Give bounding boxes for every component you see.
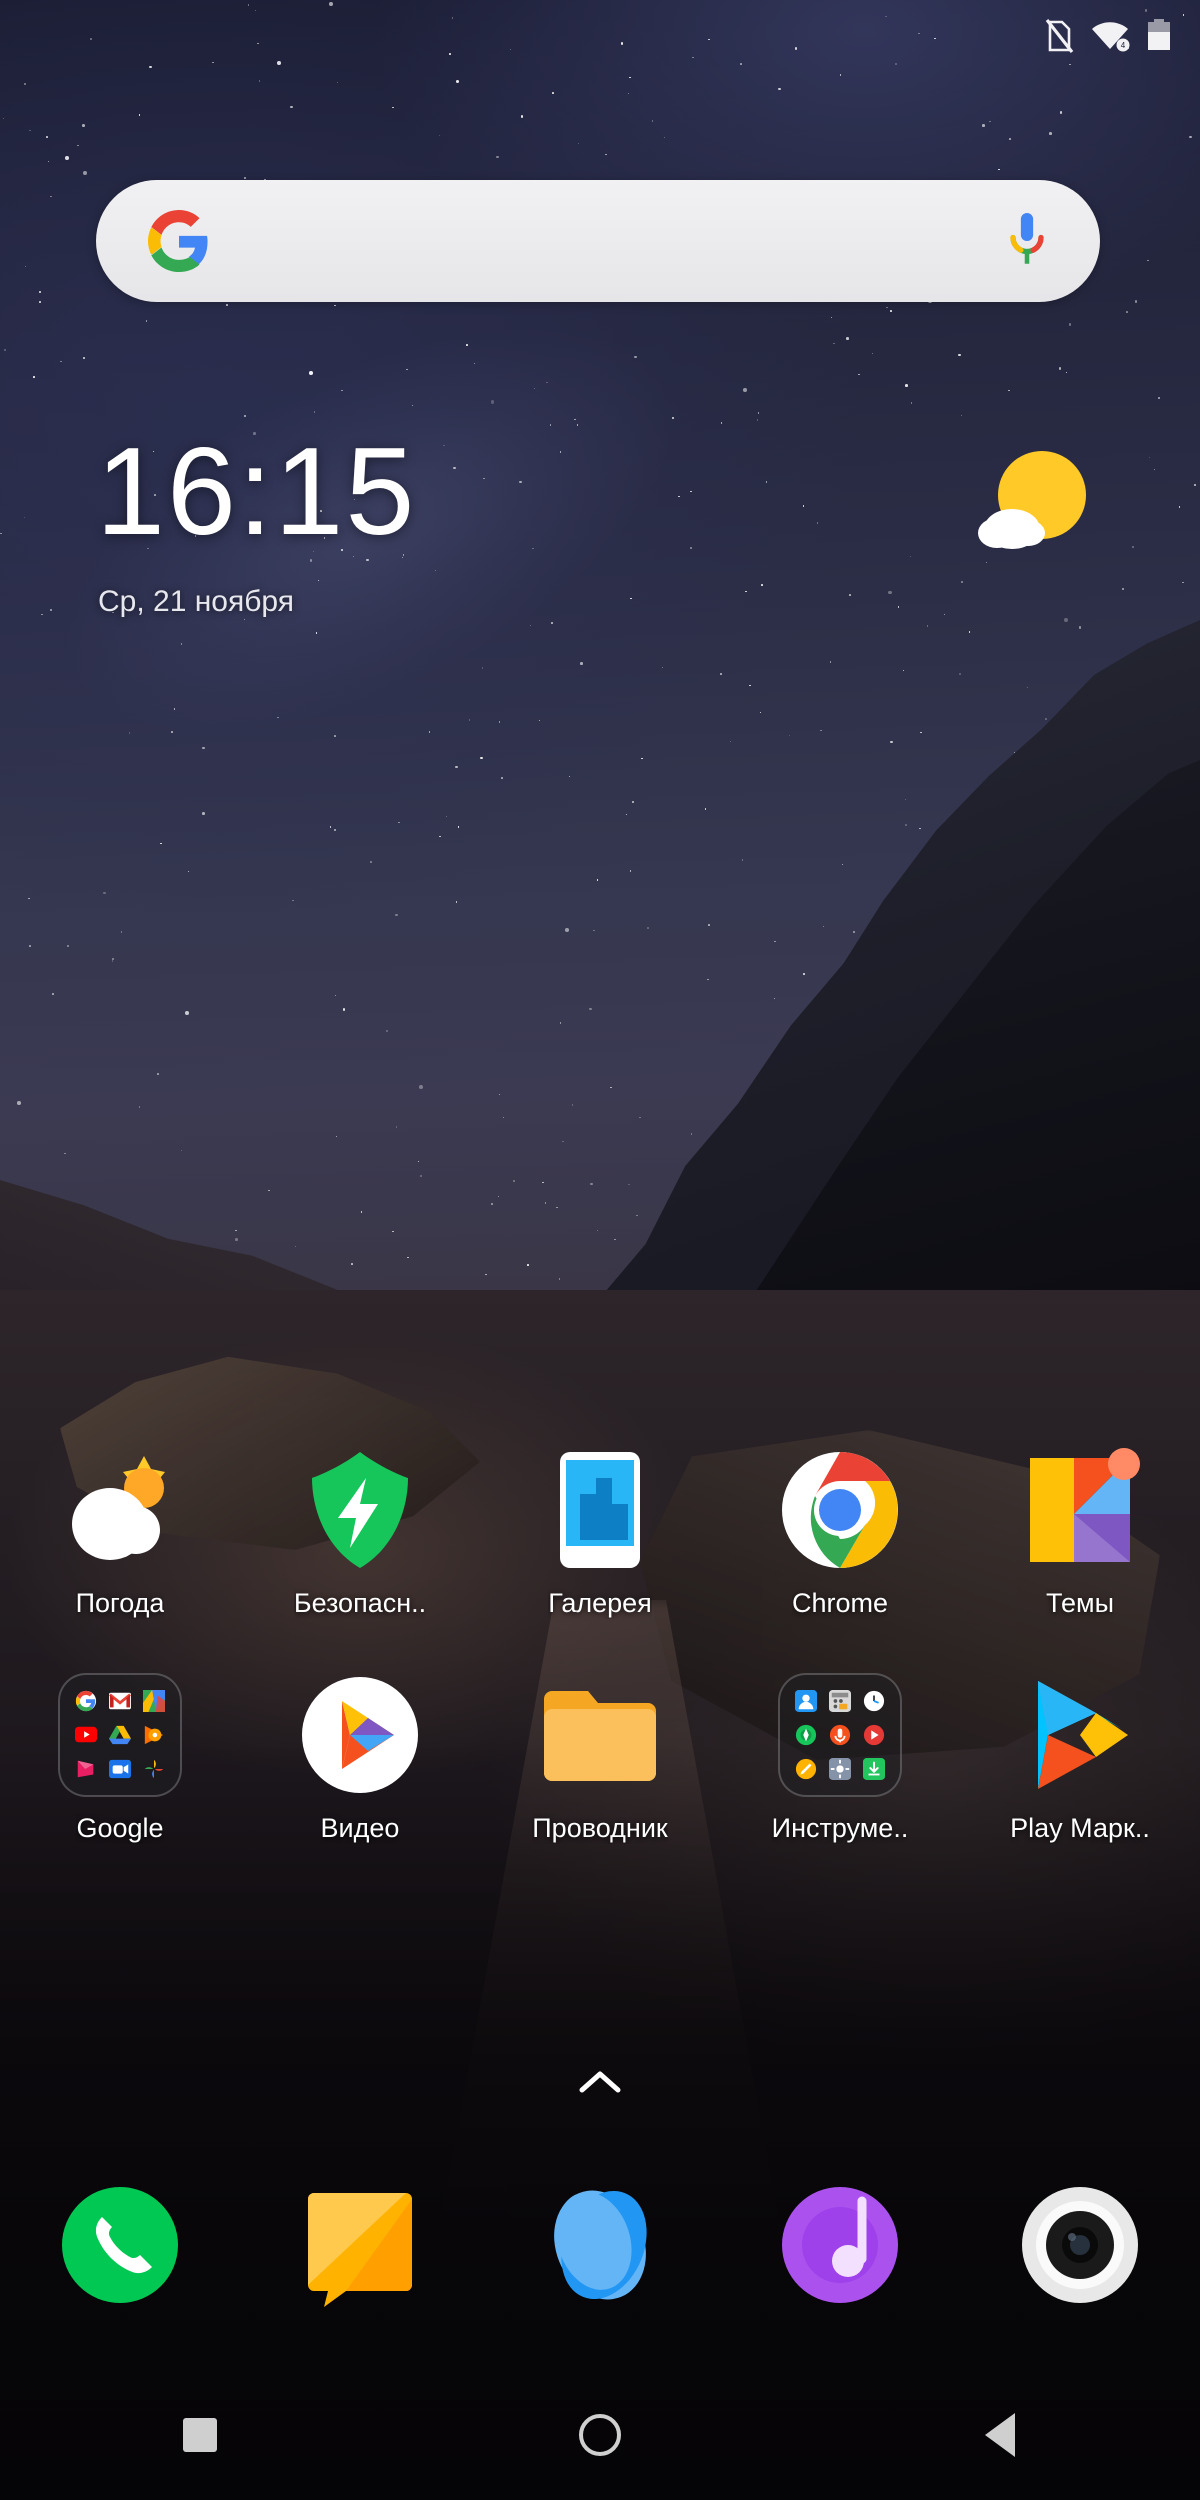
- folder-item-photos: [139, 1754, 168, 1783]
- microphone-icon[interactable]: [1006, 210, 1048, 272]
- app-gallery[interactable]: Галерея: [480, 1430, 720, 1619]
- folder-item-calculator: [826, 1687, 855, 1716]
- folder-item-gmail: [106, 1687, 135, 1716]
- navigation-bar: [0, 2370, 1200, 2500]
- folder-tools[interactable]: Инструме..: [720, 1655, 960, 1844]
- app-label: Видео: [320, 1813, 400, 1843]
- security-shield-icon[interactable]: [298, 1448, 422, 1572]
- app-row-1: Погода Безопасн.. Галерея Chrome Темы: [0, 1430, 1200, 1619]
- app-themes[interactable]: Темы: [960, 1430, 1200, 1619]
- no-sim-icon: [1044, 19, 1074, 53]
- wallpaper: [0, 0, 1200, 2500]
- tools-folder-icon[interactable]: [778, 1673, 902, 1797]
- folder-item-settings: [826, 1754, 855, 1783]
- status-bar: 4: [0, 0, 1200, 72]
- folder-item-youtube: [72, 1721, 101, 1750]
- wifi-icon: 4: [1090, 19, 1130, 53]
- app-play-store[interactable]: Play Марк..: [960, 1655, 1200, 1844]
- svg-text:4: 4: [1121, 41, 1126, 50]
- google-search-bar[interactable]: [96, 180, 1100, 302]
- folder-item-maps: [139, 1687, 168, 1716]
- folder-item-clock: [859, 1687, 888, 1716]
- app-label: Безопасн..: [293, 1588, 427, 1618]
- app-chrome[interactable]: Chrome: [720, 1430, 960, 1619]
- dock-camera[interactable]: [960, 2155, 1200, 2335]
- sun-cloud-icon[interactable]: [972, 445, 1096, 555]
- gallery-app-icon[interactable]: [538, 1448, 662, 1572]
- recents-square-icon[interactable]: [183, 2418, 217, 2452]
- folder-item-compass: [792, 1721, 821, 1750]
- app-label: Инструме..: [771, 1813, 909, 1843]
- camera-icon[interactable]: [1018, 2183, 1142, 2307]
- dock-music[interactable]: [720, 2155, 960, 2335]
- google-g-logo: [148, 210, 210, 272]
- file-manager-folder-icon[interactable]: [538, 1673, 662, 1797]
- app-label: Google: [76, 1813, 164, 1843]
- clock-weather-widget[interactable]: 16:15 Ср, 21 ноября: [0, 430, 1200, 650]
- music-icon[interactable]: [778, 2183, 902, 2307]
- folder-item-recorder: [826, 1721, 855, 1750]
- folder-item-contacts: [792, 1687, 821, 1716]
- battery-icon: [1146, 19, 1172, 53]
- phone-icon[interactable]: [58, 2183, 182, 2307]
- app-label: Погода: [75, 1588, 165, 1618]
- home-circle-icon[interactable]: [579, 2414, 621, 2456]
- app-label: Галерея: [548, 1588, 652, 1618]
- dock-phone[interactable]: [0, 2155, 240, 2335]
- app-video[interactable]: Видео: [240, 1655, 480, 1844]
- video-app-icon[interactable]: [298, 1673, 422, 1797]
- folder-item-google: [72, 1687, 101, 1716]
- app-row-2: Google Видео Проводник Инструме.. Play М…: [0, 1655, 1200, 1844]
- recents-button[interactable]: [0, 2418, 400, 2452]
- folder-item-notes: [792, 1754, 821, 1783]
- dock-browser[interactable]: [480, 2155, 720, 2335]
- folder-item-drive: [106, 1721, 135, 1750]
- browser-icon[interactable]: [538, 2183, 662, 2307]
- folder-item-duo: [106, 1754, 135, 1783]
- dock-messages[interactable]: [240, 2155, 480, 2335]
- play-store-icon[interactable]: [1018, 1673, 1142, 1797]
- app-weather[interactable]: Погода: [0, 1430, 240, 1619]
- chevron-up-icon[interactable]: [578, 2068, 622, 2101]
- folder-item-downloads: [859, 1754, 888, 1783]
- app-grid: Погода Безопасн.. Галерея Chrome Темы Go…: [0, 1430, 1200, 1844]
- app-label: Chrome: [791, 1588, 889, 1618]
- weather-app-icon[interactable]: [58, 1448, 182, 1572]
- messages-icon[interactable]: [298, 2183, 422, 2307]
- app-security[interactable]: Безопасн..: [240, 1430, 480, 1619]
- app-label: Проводник: [532, 1813, 668, 1843]
- app-label: Play Марк..: [1010, 1813, 1150, 1843]
- back-button[interactable]: [800, 2413, 1200, 2457]
- home-button[interactable]: [400, 2414, 800, 2456]
- folder-item-fm-radio: [859, 1721, 888, 1750]
- app-label: Темы: [1046, 1588, 1114, 1618]
- app-file-manager[interactable]: Проводник: [480, 1655, 720, 1844]
- folder-google[interactable]: Google: [0, 1655, 240, 1844]
- folder-item-play-movies: [72, 1754, 101, 1783]
- chrome-icon[interactable]: [778, 1448, 902, 1572]
- search-input[interactable]: [210, 180, 1006, 302]
- folder-item-play-music: [139, 1721, 168, 1750]
- dock: [0, 2155, 1200, 2335]
- folder-preview[interactable]: [58, 1673, 182, 1797]
- clock-date[interactable]: Ср, 21 ноября: [98, 585, 294, 619]
- themes-icon[interactable]: [1018, 1448, 1142, 1572]
- folder-preview[interactable]: [778, 1673, 902, 1797]
- back-triangle-icon[interactable]: [985, 2413, 1015, 2457]
- clock-time[interactable]: 16:15: [96, 430, 416, 554]
- google-folder-icon[interactable]: [58, 1673, 182, 1797]
